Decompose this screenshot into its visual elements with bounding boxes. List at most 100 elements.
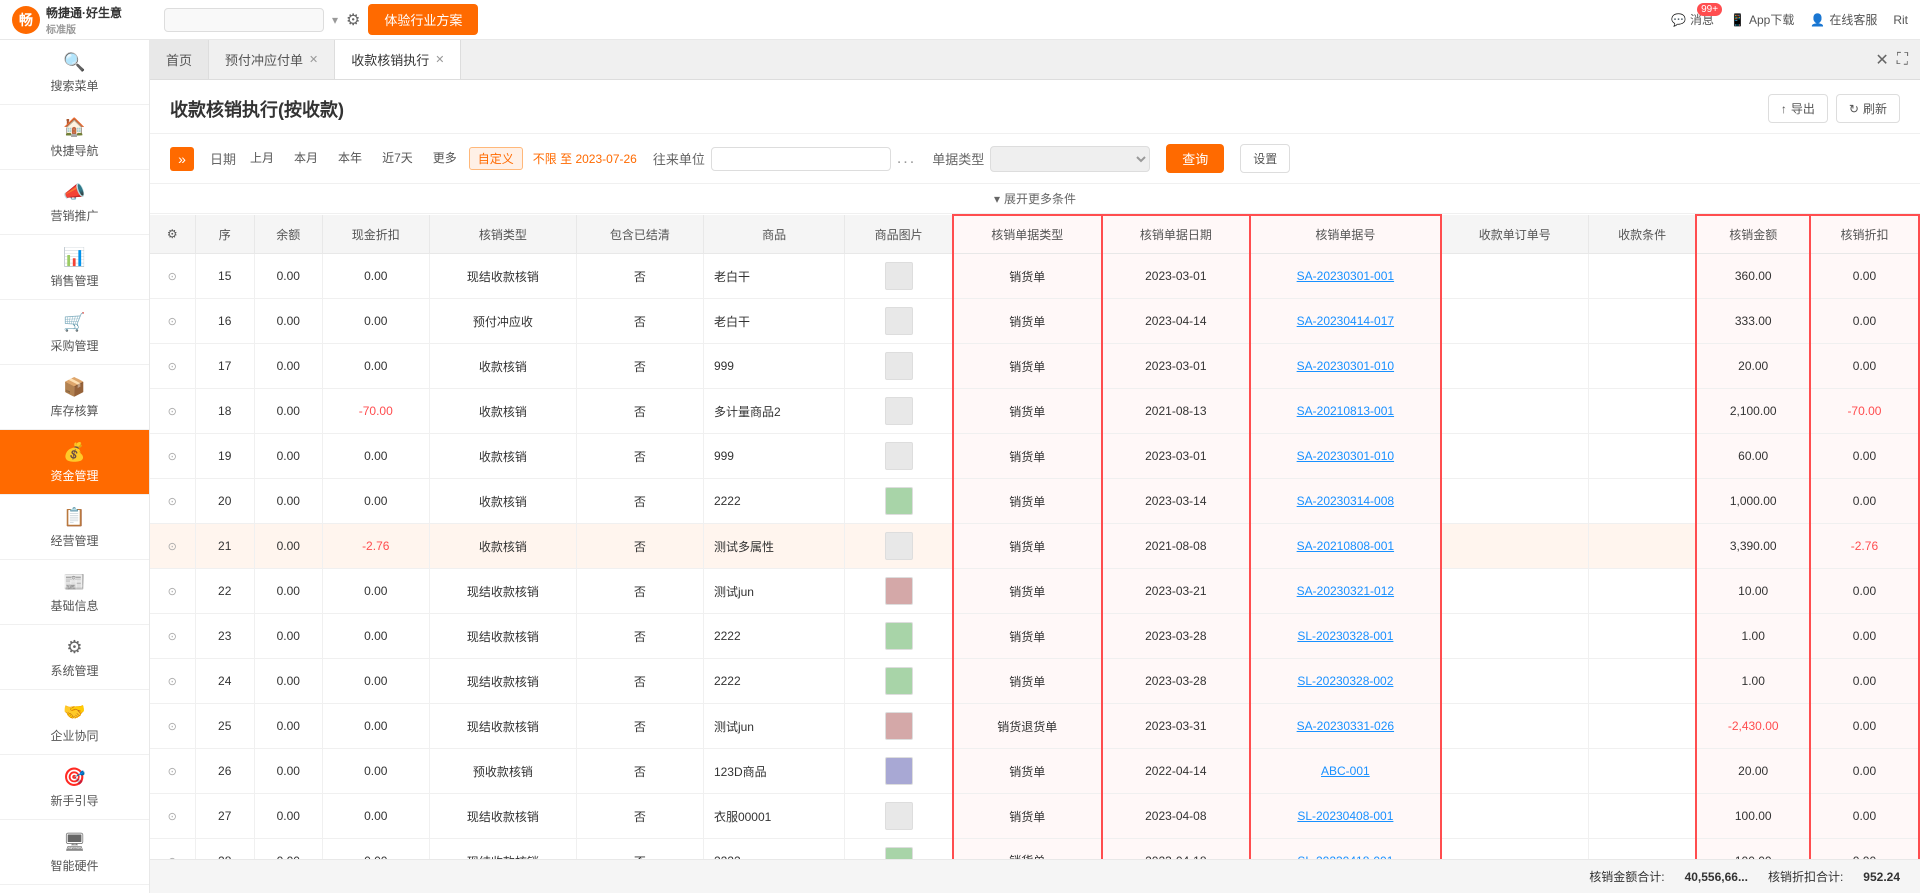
sidebar-item-collab[interactable]: 🤝 企业协同 — [0, 690, 149, 755]
tab-cancel-execution[interactable]: 收款核销执行 ✕ — [335, 40, 461, 79]
expand-more-button[interactable]: ▾ 展开更多条件 — [994, 190, 1076, 207]
cell-cash-discount: 0.00 — [322, 434, 429, 479]
cell-gear[interactable]: ⊙ — [150, 299, 195, 344]
date-opt-this-year[interactable]: 本年 — [330, 147, 370, 170]
sidebar-item-basic-info[interactable]: 📰 基础信息 — [0, 560, 149, 625]
sidebar-item-system[interactable]: ⚙ 系统管理 — [0, 625, 149, 690]
date-opt-7days[interactable]: 近7天 — [374, 147, 421, 170]
cell-cancel-voucher-no[interactable]: SA-20230301-010 — [1250, 434, 1441, 479]
sidebar-item-guide[interactable]: 🎯 新手引导 — [0, 755, 149, 820]
tab-fullscreen-button[interactable]: ⛶ — [1897, 51, 1908, 69]
cell-cancel-voucher-no[interactable]: SL-20230418-001 — [1250, 839, 1441, 860]
cell-cancel-voucher-no[interactable]: SA-20210813-001 — [1250, 389, 1441, 434]
sidebar-item-finance[interactable]: 💰 资金管理 — [0, 430, 149, 495]
sidebar-item-marketing[interactable]: 📣 营销推广 — [0, 170, 149, 235]
cell-receipt-condition — [1588, 389, 1696, 434]
cell-gear[interactable]: ⊙ — [150, 614, 195, 659]
export-button[interactable]: ↑ 导出 — [1768, 94, 1828, 123]
col-header-gear[interactable]: ⚙ — [150, 215, 195, 254]
refresh-button[interactable]: ↻ 刷新 — [1836, 94, 1900, 123]
tab-prepayment[interactable]: 预付冲应付单 ✕ — [209, 40, 335, 79]
cell-cash-discount: 0.00 — [322, 749, 429, 794]
cell-cancel-type: 现结收款核销 — [429, 659, 576, 704]
sidebar-item-purchase[interactable]: 🛒 采购管理 — [0, 300, 149, 365]
table-row: ⊙ 22 0.00 0.00 现结收款核销 否 测试jun 销货单 2023-0… — [150, 569, 1919, 614]
date-opt-this-month[interactable]: 本月 — [286, 147, 326, 170]
data-table: ⚙ 序 余额 现金折扣 核销类型 包含已结清 商品 商品图片 核销单据类型 核销… — [150, 214, 1920, 859]
cell-cancel-voucher-no[interactable]: SA-20230414-017 — [1250, 299, 1441, 344]
date-opt-more[interactable]: 更多 — [425, 147, 465, 170]
cell-gear[interactable]: ⊙ — [150, 524, 195, 569]
cell-cancel-voucher-no[interactable]: SA-20230321-012 — [1250, 569, 1441, 614]
cell-gear[interactable]: ⊙ — [150, 704, 195, 749]
logo-text: 畅捷通·好生意 — [46, 4, 122, 21]
date-opt-custom[interactable]: 自定义 — [469, 147, 523, 170]
cell-cancel-voucher-no[interactable]: SA-20230331-026 — [1250, 704, 1441, 749]
cell-gear[interactable]: ⊙ — [150, 569, 195, 614]
cell-cancel-voucher-no[interactable]: SL-20230328-002 — [1250, 659, 1441, 704]
cell-product-image — [845, 344, 953, 389]
cell-cancel-type: 现结收款核销 — [429, 569, 576, 614]
sidebar-item-management[interactable]: 📋 经营管理 — [0, 495, 149, 560]
voucher-type-select[interactable] — [990, 146, 1150, 172]
tab-cancel-execution-close-icon[interactable]: ✕ — [435, 53, 444, 66]
cell-cancel-voucher-date: 2023-03-01 — [1102, 434, 1251, 479]
top-search-input[interactable] — [164, 8, 324, 32]
filter-expand-button[interactable]: » — [170, 147, 194, 171]
tab-close-all-button[interactable]: ✕ — [1875, 50, 1888, 70]
cell-cancel-amount: 60.00 — [1696, 434, 1809, 479]
filter-settings-button[interactable]: 设置 — [1240, 144, 1290, 173]
cell-cancel-voucher-no[interactable]: SA-20230301-010 — [1250, 344, 1441, 389]
tab-prepayment-close-icon[interactable]: ✕ — [309, 53, 318, 66]
cell-cancel-voucher-no[interactable]: SA-20230301-001 — [1250, 254, 1441, 299]
sidebar-item-search[interactable]: 🔍 搜索菜单 — [0, 40, 149, 105]
date-opt-last-month[interactable]: 上月 — [242, 147, 282, 170]
sidebar-item-nav[interactable]: 🏠 快捷导航 — [0, 105, 149, 170]
cell-include-settled: 否 — [576, 434, 703, 479]
online-support-button[interactable]: 👤 在线客服 — [1810, 11, 1877, 28]
cell-no: 15 — [195, 254, 254, 299]
cell-gear[interactable]: ⊙ — [150, 344, 195, 389]
cell-gear[interactable]: ⊙ — [150, 434, 195, 479]
cell-gear[interactable]: ⊙ — [150, 389, 195, 434]
table-container[interactable]: ⚙ 序 余额 现金折扣 核销类型 包含已结清 商品 商品图片 核销单据类型 核销… — [150, 214, 1920, 859]
sidebar-item-sales[interactable]: 📊 销售管理 — [0, 235, 149, 300]
cell-cancel-voucher-no[interactable]: SL-20230408-001 — [1250, 794, 1441, 839]
cell-cancel-voucher-date: 2021-08-08 — [1102, 524, 1251, 569]
settings-icon[interactable]: ⚙ — [346, 10, 360, 30]
messages-button[interactable]: 💬 消息 99+ — [1671, 11, 1714, 28]
cell-include-settled: 否 — [576, 569, 703, 614]
cell-cancel-amount: 333.00 — [1696, 299, 1809, 344]
cell-cancel-voucher-no[interactable]: ABC-001 — [1250, 749, 1441, 794]
query-button[interactable]: 查询 — [1166, 144, 1224, 173]
cell-cancel-voucher-no[interactable]: SA-20210808-001 — [1250, 524, 1441, 569]
cell-cancel-voucher-no[interactable]: SA-20230314-008 — [1250, 479, 1441, 524]
cell-cancel-type: 收款核销 — [429, 479, 576, 524]
footer-amount-label: 核销金额合计: — [1589, 868, 1664, 885]
cell-cancel-voucher-no[interactable]: SL-20230328-001 — [1250, 614, 1441, 659]
cell-cancel-voucher-type: 销货单 — [953, 299, 1102, 344]
cell-gear[interactable]: ⊙ — [150, 659, 195, 704]
tab-home[interactable]: 首页 — [150, 40, 209, 79]
page-title: 收款核销执行(按收款) — [170, 96, 344, 122]
app-download-button[interactable]: 📱 App下载 — [1730, 11, 1794, 28]
cell-cancel-voucher-type: 销货单 — [953, 434, 1102, 479]
cell-receipt-order-no — [1441, 839, 1589, 860]
sidebar-item-inventory[interactable]: 📦 库存核算 — [0, 365, 149, 430]
from-unit-filter-group: 往来单位 ... — [653, 147, 916, 171]
solution-button[interactable]: 体验行业方案 — [368, 4, 478, 35]
col-header-balance: 余额 — [254, 215, 322, 254]
cell-gear[interactable]: ⊙ — [150, 254, 195, 299]
from-unit-input[interactable] — [711, 147, 891, 171]
tab-bar: 首页 预付冲应付单 ✕ 收款核销执行 ✕ ✕ ⛶ — [150, 40, 1920, 80]
cell-cancel-type: 现结收款核销 — [429, 254, 576, 299]
cell-no: 21 — [195, 524, 254, 569]
cell-gear[interactable]: ⊙ — [150, 749, 195, 794]
cell-gear[interactable]: ⊙ — [150, 839, 195, 860]
cell-gear[interactable]: ⊙ — [150, 794, 195, 839]
cell-gear[interactable]: ⊙ — [150, 479, 195, 524]
table-row: ⊙ 21 0.00 -2.76 收款核销 否 测试多属性 销货单 2021-08… — [150, 524, 1919, 569]
sidebar-item-hardware[interactable]: 🖥 智能硬件 — [0, 820, 149, 885]
user-area[interactable]: Rit — [1893, 13, 1908, 27]
sidebar-item-weixin[interactable]: 💬 企业微信 — [0, 885, 149, 893]
